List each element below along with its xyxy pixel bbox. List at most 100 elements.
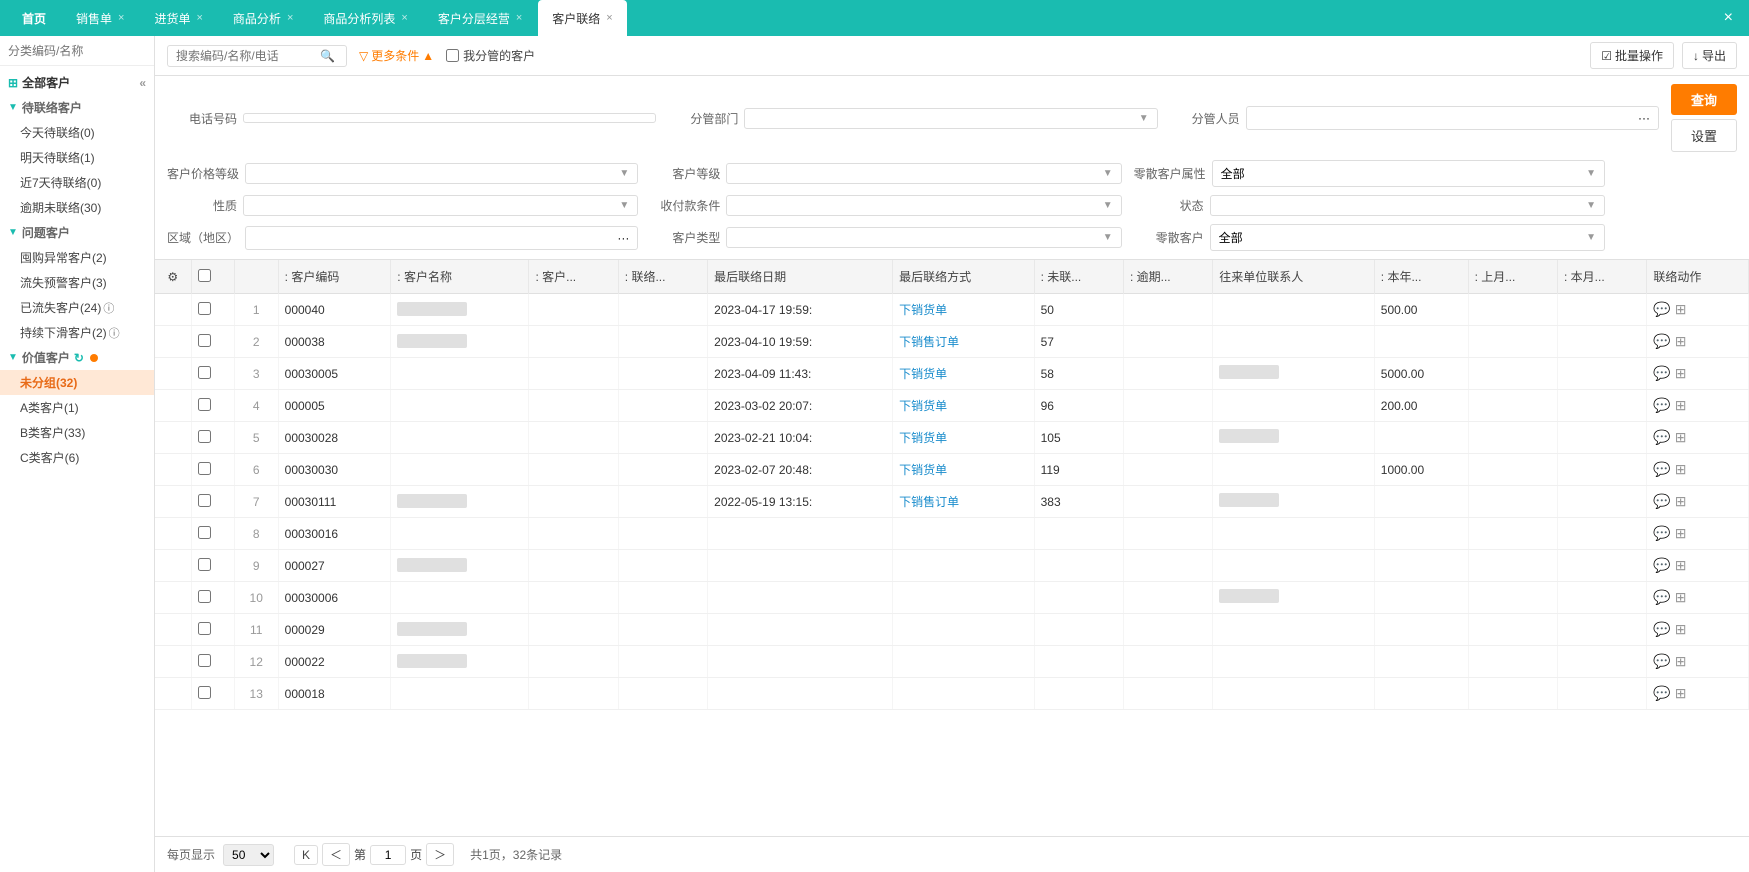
row-settings[interactable]	[155, 614, 191, 646]
scatter-attr-select[interactable]: 全部 ▼	[1212, 160, 1605, 187]
message-icon[interactable]: 💬	[1653, 557, 1670, 574]
th-type[interactable]: : 客户...	[529, 260, 618, 294]
contact-way-link[interactable]: 下销货单	[899, 399, 947, 413]
row-checkbox[interactable]	[198, 654, 211, 667]
grid-action-icon[interactable]: ⊞	[1675, 429, 1687, 446]
sidebar-item-tomorrow[interactable]: 明天待联络(1)	[0, 145, 154, 170]
message-icon[interactable]: 💬	[1653, 653, 1670, 670]
grid-action-icon[interactable]: ⊞	[1675, 589, 1687, 606]
row-last-contact-way[interactable]: 下销货单	[893, 422, 1035, 454]
grid-action-icon[interactable]: ⊞	[1675, 301, 1687, 318]
row-checkbox[interactable]	[198, 398, 211, 411]
row-settings[interactable]	[155, 486, 191, 518]
row-last-contact-way[interactable]: 下销售订单	[893, 326, 1035, 358]
row-checkbox[interactable]	[198, 622, 211, 635]
tab-product-analysis-list[interactable]: 商品分析列表 ×	[309, 0, 421, 36]
th-overdue[interactable]: : 逾期...	[1123, 260, 1212, 294]
batch-op-button[interactable]: ☑ 批量操作	[1590, 42, 1674, 69]
region-select[interactable]: ···	[245, 226, 638, 250]
th-contact[interactable]: : 联络...	[618, 260, 707, 294]
first-page-btn[interactable]: K	[294, 845, 318, 865]
pending-group-header[interactable]: ▼ 待联络客户	[0, 95, 154, 120]
row-settings[interactable]	[155, 422, 191, 454]
th-settings[interactable]: ⚙	[155, 260, 191, 294]
contact-way-link[interactable]: 下销货单	[899, 367, 947, 381]
message-icon[interactable]: 💬	[1653, 301, 1670, 318]
select-all-checkbox[interactable]	[198, 269, 211, 282]
grid-action-icon[interactable]: ⊞	[1675, 461, 1687, 478]
more-conditions-btn[interactable]: ▽ 更多条件 ▲	[359, 47, 434, 64]
tab-product-analysis-list-close[interactable]: ×	[401, 12, 407, 24]
row-checkbox[interactable]	[198, 494, 211, 507]
sidebar-item-churn-warning[interactable]: 流失预警客户(3)	[0, 270, 154, 295]
row-checkbox[interactable]	[198, 590, 211, 603]
window-close-button[interactable]: ×	[1716, 5, 1741, 31]
price-level-select[interactable]: ▼	[245, 163, 638, 184]
row-settings[interactable]	[155, 326, 191, 358]
th-this-year[interactable]: : 本年...	[1374, 260, 1468, 294]
tab-product-analysis[interactable]: 商品分析 ×	[219, 0, 307, 36]
search-input[interactable]	[176, 49, 316, 63]
row-last-contact-way[interactable]: 下销货单	[893, 294, 1035, 326]
score-group-header[interactable]: ▼ 价值客户 ↻	[0, 345, 154, 370]
row-last-contact-way[interactable]	[893, 678, 1035, 710]
all-customers-header[interactable]: ⊞ 全部客户 «	[0, 66, 154, 95]
message-icon[interactable]: 💬	[1653, 493, 1670, 510]
sidebar-item-ungroup[interactable]: 未分组(32)	[0, 370, 154, 395]
dept-select[interactable]: ▼	[744, 108, 1157, 129]
tab-product-analysis-close[interactable]: ×	[287, 12, 293, 24]
th-name[interactable]: : 客户名称	[391, 260, 529, 294]
row-last-contact-way[interactable]	[893, 582, 1035, 614]
tab-purchase-close[interactable]: ×	[196, 12, 202, 24]
message-icon[interactable]: 💬	[1653, 685, 1670, 702]
message-icon[interactable]: 💬	[1653, 429, 1670, 446]
search-icon[interactable]: 🔍	[320, 49, 335, 63]
customer-type-select[interactable]: ▼	[726, 227, 1121, 248]
tab-customer-tier[interactable]: 客户分层经营 ×	[424, 0, 536, 36]
message-icon[interactable]: 💬	[1653, 365, 1670, 382]
sidebar-item-c-class[interactable]: C类客户(6)	[0, 445, 154, 470]
message-icon[interactable]: 💬	[1653, 333, 1670, 350]
sidebar-item-a-class[interactable]: A类客户(1)	[0, 395, 154, 420]
contact-way-link[interactable]: 下销货单	[899, 431, 947, 445]
tab-customer-contact-close[interactable]: ×	[606, 12, 612, 24]
row-settings[interactable]	[155, 678, 191, 710]
grid-action-icon[interactable]: ⊞	[1675, 333, 1687, 350]
contact-way-link[interactable]: 下销货单	[899, 303, 947, 317]
row-last-contact-way[interactable]: 下销货单	[893, 358, 1035, 390]
row-settings[interactable]	[155, 550, 191, 582]
grid-action-icon[interactable]: ⊞	[1675, 557, 1687, 574]
message-icon[interactable]: 💬	[1653, 397, 1670, 414]
sidebar-item-today[interactable]: 今天待联络(0)	[0, 120, 154, 145]
grid-action-icon[interactable]: ⊞	[1675, 685, 1687, 702]
message-icon[interactable]: 💬	[1653, 589, 1670, 606]
row-settings[interactable]	[155, 518, 191, 550]
sidebar-item-churned[interactable]: 已流失客户(24) ⓘ	[0, 295, 154, 320]
th-partner-contact[interactable]: 往来单位联系人	[1213, 260, 1375, 294]
row-settings[interactable]	[155, 582, 191, 614]
th-last-contact-way[interactable]: 最后联络方式	[893, 260, 1035, 294]
message-icon[interactable]: 💬	[1653, 621, 1670, 638]
row-checkbox[interactable]	[198, 334, 211, 347]
th-no-contact[interactable]: : 未联...	[1034, 260, 1123, 294]
tab-sales[interactable]: 销售单 ×	[62, 0, 138, 36]
sidebar-search-input[interactable]	[8, 44, 155, 58]
grid-action-icon[interactable]: ⊞	[1675, 493, 1687, 510]
th-last-contact-date[interactable]: 最后联络日期	[708, 260, 893, 294]
sidebar-item-overdue[interactable]: 逾期未联络(30)	[0, 195, 154, 220]
sidebar-item-7days[interactable]: 近7天待联络(0)	[0, 170, 154, 195]
th-code[interactable]: : 客户编码	[278, 260, 391, 294]
person-select[interactable]: ···	[1246, 106, 1659, 130]
export-button[interactable]: ↓ 导出	[1682, 42, 1737, 69]
phone-input[interactable]	[243, 113, 656, 123]
row-settings[interactable]	[155, 646, 191, 678]
row-checkbox[interactable]	[198, 302, 211, 315]
my-customers-checkbox-label[interactable]: 我分管的客户	[446, 47, 535, 64]
row-checkbox[interactable]	[198, 558, 211, 571]
row-last-contact-way[interactable]	[893, 518, 1035, 550]
next-page-btn[interactable]: ＞	[426, 843, 454, 866]
row-last-contact-way[interactable]: 下销售订单	[893, 486, 1035, 518]
page-size-select[interactable]: 50 100 200	[223, 844, 274, 866]
grid-action-icon[interactable]: ⊞	[1675, 397, 1687, 414]
row-checkbox[interactable]	[198, 462, 211, 475]
